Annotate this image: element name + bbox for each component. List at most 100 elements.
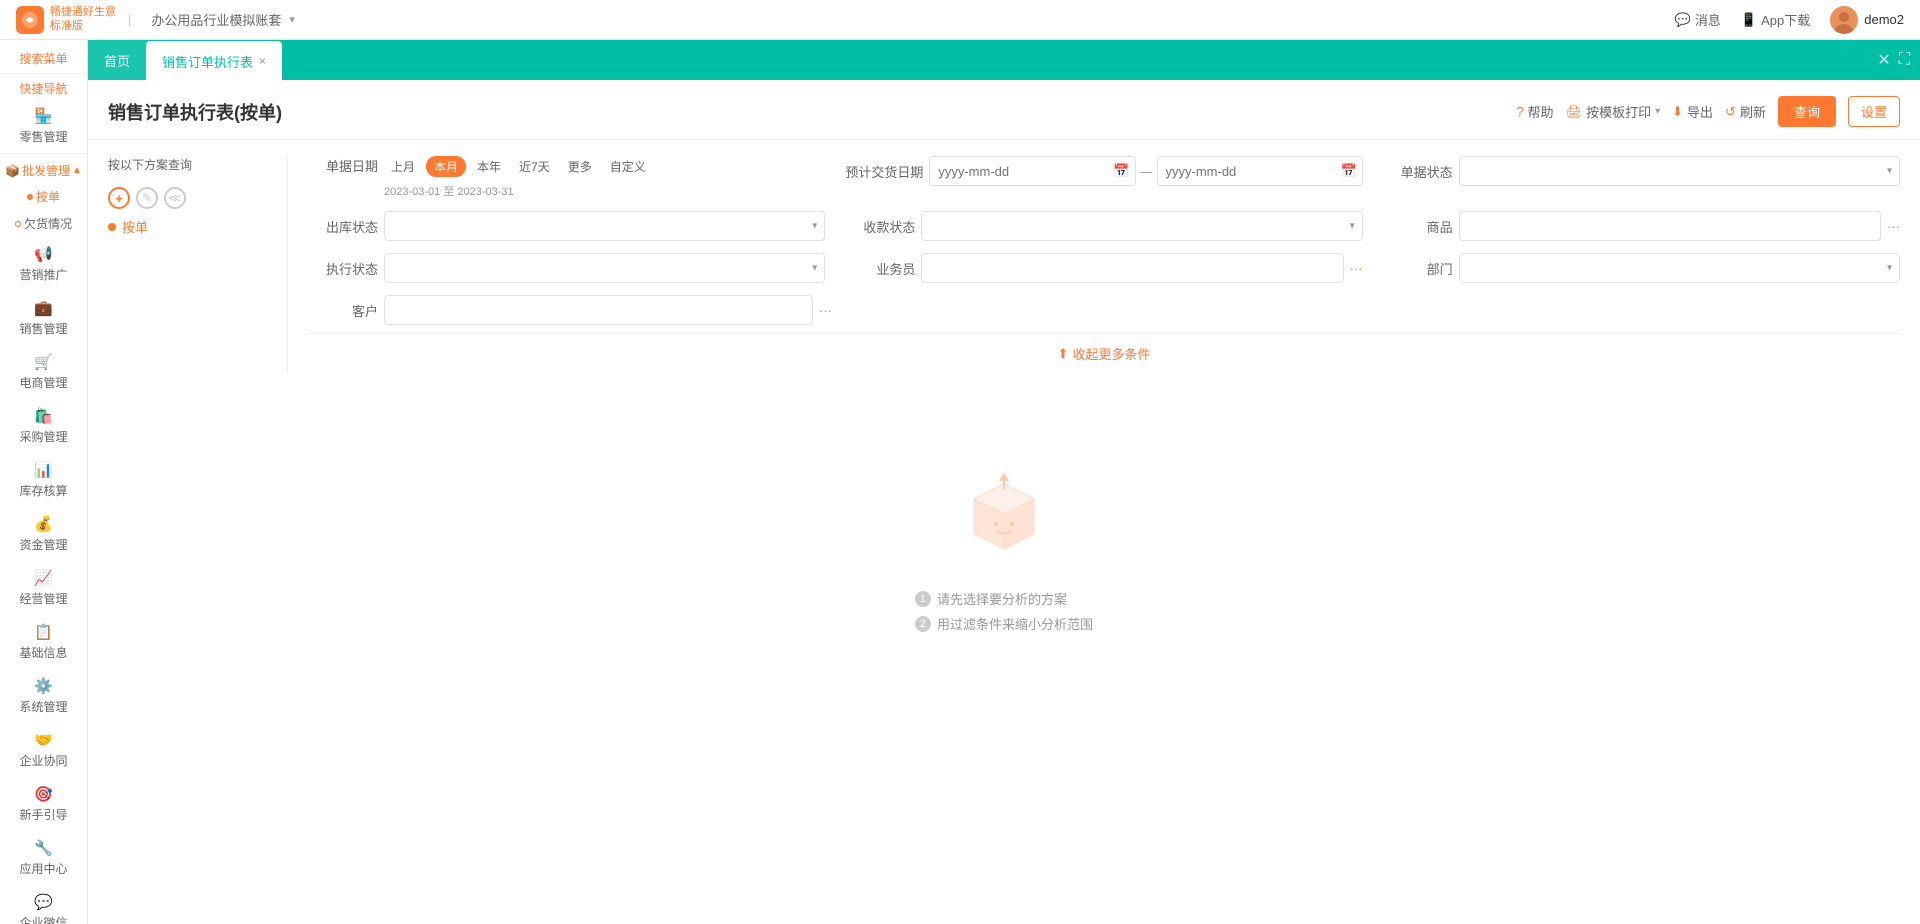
execution-select-wrap: ▾ — [384, 253, 825, 283]
sidebar-item-sales[interactable]: 💼 销售管理 — [0, 291, 87, 345]
delivery-status-select[interactable] — [384, 211, 825, 241]
filter-toolbar: 按以下方案查询 — [108, 156, 271, 173]
sidebar-item-marketing[interactable]: 📢 营销推广 — [0, 237, 87, 291]
scheme-dot-icon — [108, 223, 116, 231]
app-title-dropdown-icon[interactable]: ▾ — [289, 13, 295, 26]
collection-status-label: 收款状态 — [845, 217, 915, 236]
operations-icon: 📈 — [34, 569, 53, 587]
print-dropdown-icon: ▾ — [1655, 106, 1660, 117]
message-btn[interactable]: 💬 消息 — [1675, 10, 1721, 29]
sidebar-quick-nav[interactable]: 快捷导航 — [0, 74, 87, 99]
tab-sales-execution[interactable]: 销售订单执行表 × — [146, 41, 282, 81]
tip-num-2: 2 — [915, 616, 931, 632]
help-btn[interactable]: ? 帮助 — [1516, 102, 1553, 121]
customer-more-icon[interactable]: ··· — [819, 303, 832, 318]
date-range-picker: 📅 — 📅 — [929, 156, 1362, 186]
filter-delivery-field: 出库状态 ▾ — [308, 211, 825, 241]
collection-select-wrap: ▾ — [921, 211, 1362, 241]
date-btn-7days[interactable]: 近7天 — [512, 156, 557, 177]
delivery-select-wrap: ▾ — [384, 211, 825, 241]
customer-input[interactable] — [384, 295, 813, 325]
app-download-btn[interactable]: 📱 App下载 — [1741, 10, 1810, 29]
date-btn-this-month[interactable]: 本月 — [426, 156, 466, 177]
empty-tips: 1 请先选择要分析的方案 2 用过滤条件来缩小分析范围 — [915, 589, 1093, 633]
collection-status-select[interactable] — [921, 211, 1362, 241]
date-btn-custom[interactable]: 自定义 — [603, 156, 653, 177]
salesperson-more-icon[interactable]: ··· — [1350, 261, 1363, 276]
collapse-bar: ⬆ 收起更多条件 — [308, 333, 1900, 373]
sidebar-search[interactable]: 搜索菜单 — [0, 40, 87, 74]
sidebar-item-apps[interactable]: 🔧 应用中心 — [0, 831, 87, 885]
date-quick-btns: 上月 本月 本年 近7天 更多 自定义 — [384, 156, 825, 177]
sidebar-item-wholesale[interactable]: 📦 批发管理 ▲ — [0, 154, 87, 183]
inventory-icon: 📊 — [34, 461, 53, 479]
sidebar-item-system[interactable]: ⚙️ 系统管理 — [0, 669, 87, 723]
sidebar-item-inventory[interactable]: 📊 库存核算 — [0, 453, 87, 507]
sidebar-group-wholesale: 📦 批发管理 ▲ 按单 欠货情况 — [0, 153, 87, 237]
sidebar-item-operations[interactable]: 📈 经营管理 — [0, 561, 87, 615]
sidebar-item-wechat[interactable]: 💬 企业微信 — [0, 885, 87, 924]
salesperson-input[interactable] — [921, 253, 1343, 283]
sidebar-item-basic[interactable]: 📋 基础信息 — [0, 615, 87, 669]
tab-minimize-icon[interactable]: ✕ — [1877, 50, 1890, 70]
tab-close-icon[interactable]: × — [259, 54, 266, 68]
finance-icon: 💰 — [34, 515, 53, 533]
scheme-option-item[interactable]: 按单 — [108, 217, 271, 236]
refresh-btn[interactable]: ↺ 刷新 — [1725, 102, 1766, 121]
sidebar-item-purchase[interactable]: 🛍️ 采购管理 — [0, 399, 87, 453]
scheme-add-btn[interactable]: + — [108, 187, 130, 209]
settings-button[interactable]: 设置 — [1848, 96, 1900, 127]
start-date-calendar-icon[interactable]: 📅 — [1113, 163, 1129, 179]
search-button[interactable]: 查询 — [1778, 96, 1836, 127]
empty-state: 1 请先选择要分析的方案 2 用过滤条件来缩小分析范围 — [88, 389, 1920, 693]
filter-estimated-date-field: 预计交货日期 📅 — — [845, 156, 1362, 186]
page-content: 销售订单执行表(按单) ? 帮助 🖨 按模板打印 ▾ ⬇ — [88, 80, 1920, 924]
goods-more-icon[interactable]: ··· — [1887, 219, 1900, 234]
message-icon: 💬 — [1675, 12, 1691, 28]
status-select[interactable] — [1459, 156, 1900, 186]
print-btn[interactable]: 🖨 按模板打印 ▾ — [1566, 102, 1661, 121]
user-area[interactable]: demo2 — [1830, 6, 1904, 34]
filter-salesperson-field: 业务员 ··· — [845, 253, 1362, 283]
start-date-input[interactable] — [929, 156, 1135, 186]
sidebar-item-newbie[interactable]: 🎯 新手引导 — [0, 777, 87, 831]
sidebar-item-retail[interactable]: 🏪 零售管理 — [0, 99, 87, 153]
empty-tip-2: 2 用过滤条件来缩小分析范围 — [915, 614, 1093, 633]
main-layout: 搜索菜单 快捷导航 🏪 零售管理 📦 批发管理 ▲ 按单 欠货情况 📢 营销推广 — [0, 40, 1920, 924]
tab-maximize-icon[interactable]: ⛶ — [1899, 51, 1910, 69]
ecommerce-icon: 🛒 — [34, 353, 53, 371]
sidebar-sub-item-欠货情况[interactable]: 欠货情况 — [0, 210, 87, 237]
sidebar-item-finance[interactable]: 💰 资金管理 — [0, 507, 87, 561]
end-date-calendar-icon[interactable]: 📅 — [1340, 163, 1356, 179]
date-btn-more[interactable]: 更多 — [561, 156, 599, 177]
purchase-icon: 🛍️ — [34, 407, 53, 425]
sidebar: 搜索菜单 快捷导航 🏪 零售管理 📦 批发管理 ▲ 按单 欠货情况 📢 营销推广 — [0, 40, 88, 924]
marketing-icon: 📢 — [34, 245, 53, 263]
collapse-btn[interactable]: ⬆ 收起更多条件 — [1058, 344, 1151, 363]
delivery-status-label: 出库状态 — [308, 217, 378, 236]
department-select[interactable] — [1459, 253, 1900, 283]
end-date-input[interactable] — [1157, 156, 1363, 186]
execution-status-select[interactable] — [384, 253, 825, 283]
user-avatar — [1830, 6, 1858, 34]
filter-row-1: 单据日期 上月 本月 本年 近7天 更多 自定义 — [308, 156, 1900, 199]
salesperson-label: 业务员 — [845, 259, 915, 278]
page-header: 销售订单执行表(按单) ? 帮助 🖨 按模板打印 ▾ ⬇ — [88, 80, 1920, 140]
cooperation-icon: 🤝 — [34, 731, 53, 749]
sidebar-item-cooperation[interactable]: 🤝 企业协同 — [0, 723, 87, 777]
scheme-collapse-btn[interactable]: ≪ — [164, 187, 186, 209]
filter-date-field: 单据日期 上月 本月 本年 近7天 更多 自定义 — [308, 156, 825, 199]
sidebar-sub-item-按单[interactable]: 按单 — [0, 183, 87, 210]
goods-input[interactable] — [1459, 211, 1881, 241]
sidebar-item-ecommerce[interactable]: 🛒 电商管理 — [0, 345, 87, 399]
date-btn-last-month[interactable]: 上月 — [384, 156, 422, 177]
date-btn-this-year[interactable]: 本年 — [470, 156, 508, 177]
scheme-edit-btn[interactable]: ✎ — [136, 187, 158, 209]
tab-home[interactable]: 首页 — [88, 40, 146, 80]
filter-fields: 单据日期 上月 本月 本年 近7天 更多 自定义 — [308, 156, 1900, 373]
empty-tip-1: 1 请先选择要分析的方案 — [915, 589, 1093, 608]
user-name: demo2 — [1864, 12, 1904, 27]
newbie-icon: 🎯 — [34, 785, 53, 803]
export-btn[interactable]: ⬇ 导出 — [1672, 102, 1713, 121]
logo-text: 畅捷通好生意 标准版 — [50, 6, 116, 32]
